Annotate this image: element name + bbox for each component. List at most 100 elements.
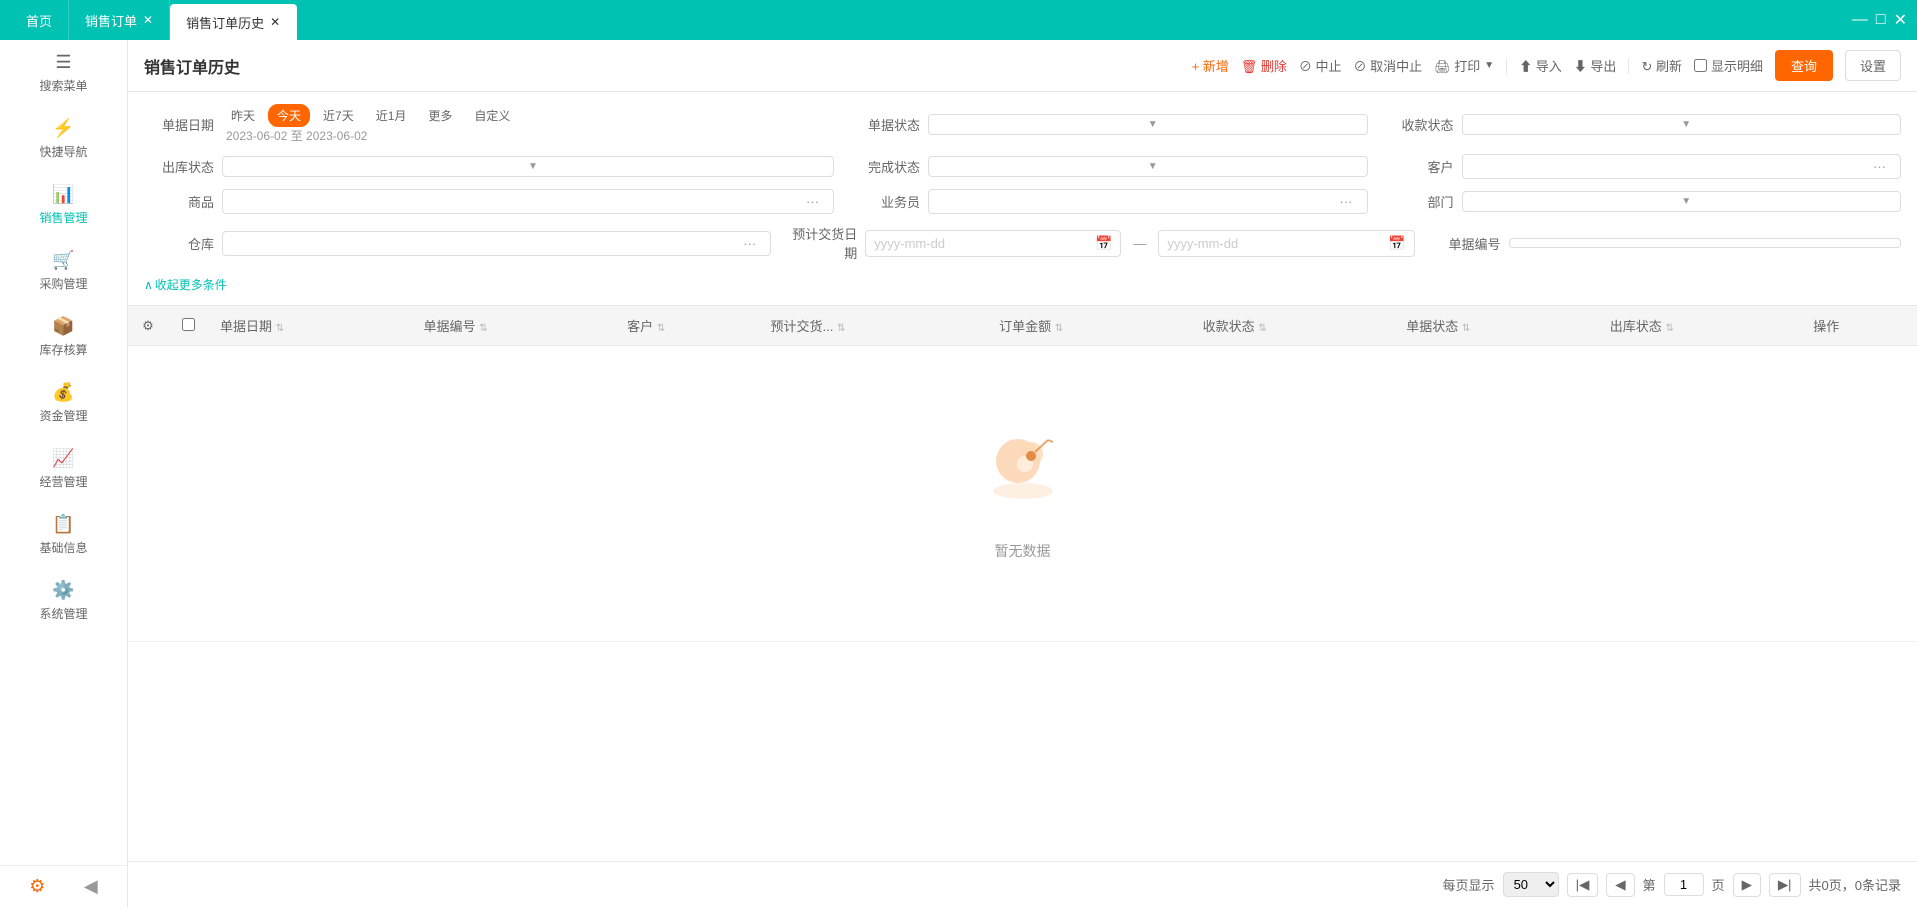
first-page-button[interactable]: |◀ [1567,873,1599,897]
toolbar-separator-2 [1628,58,1629,74]
department-arrow-icon: ▼ [1681,196,1892,207]
pagination-bar: 每页显示 50 10 20 100 |◀ ◀ 第 页 ▶ ▶| 共0页，0条记录 [128,861,1917,907]
show-detail-checkbox-label[interactable]: 显示明细 [1694,56,1763,75]
sidebar-item-inventory[interactable]: 📦 库存核算 [0,304,127,370]
settings-button[interactable]: 设置 [1845,50,1901,81]
refresh-button[interactable]: ↻ 刷新 [1641,56,1682,75]
th-number[interactable]: 单据编号 ⇅ [412,306,616,346]
filter-cell-delivery-date: 预计交货日期 yyyy-mm-dd 📅 — yyyy-mm-dd 📅 [787,224,1414,262]
date-btn-more[interactable]: 更多 [419,104,461,127]
sidebar-item-basic-info[interactable]: 📋 基础信息 [0,502,127,568]
delivery-date-start-input[interactable]: yyyy-mm-dd 📅 [865,230,1121,257]
import-button[interactable]: ⬆ 导入 [1519,56,1562,75]
close-sales-order-tab[interactable]: ✕ [143,13,153,27]
th-delivery-status[interactable]: 出库状态 ⇅ [1598,306,1802,346]
date-btn-today[interactable]: 今天 [268,104,310,127]
sidebar-item-quick-nav[interactable]: ⚡ 快捷导航 [0,106,127,172]
filter-cell-bill-number: 单据编号 [1431,234,1901,253]
sales-mgmt-icon: 📊 [52,184,74,205]
cancel-stop-button[interactable]: ⊘ 取消中止 [1354,56,1423,75]
collection-status-select[interactable]: ▼ [1462,114,1902,135]
table-header: ⚙ 单据日期 ⇅ 单据编号 ⇅ [128,306,1917,346]
warehouse-dots-icon[interactable]: ··· [737,236,762,251]
sidebar-item-finance[interactable]: 💰 资金管理 [0,370,127,436]
th-bill-status[interactable]: 单据状态 ⇅ [1394,306,1598,346]
stop-button[interactable]: ⊘ 中止 [1299,56,1342,75]
query-button[interactable]: 查询 [1775,50,1833,81]
salesman-input[interactable]: ··· [928,189,1368,214]
filter-cell-collection-status: 收款状态 ▼ [1384,114,1902,135]
show-detail-checkbox[interactable] [1694,59,1707,72]
th-delivery-date-label: 预计交货... [771,319,834,334]
complete-status-select[interactable]: ▼ [928,156,1368,177]
bill-status-arrow-icon: ▼ [1148,119,1359,130]
customer-input[interactable]: ··· [1462,154,1902,179]
sidebar-collapse-icon[interactable]: ◀ [84,876,98,897]
tab-home[interactable]: 首页 [10,0,69,40]
last-page-button[interactable]: ▶| [1769,873,1801,897]
th-amount-label: 订单金额 [999,319,1051,334]
th-checkbox[interactable] [168,306,208,346]
tab-sales-order[interactable]: 销售订单 ✕ [69,0,170,40]
filter-cell-salesman: 业务员 ··· [850,189,1368,214]
th-settings[interactable]: ⚙ [128,306,168,346]
salesman-dots-icon[interactable]: ··· [1334,194,1359,209]
date-btn-7days[interactable]: 近7天 [314,104,363,127]
th-delivery-date[interactable]: 预计交货... ⇅ [759,306,988,346]
collapse-button[interactable]: ∧ 收起更多条件 [144,276,1901,293]
th-collection-status[interactable]: 收款状态 ⇅ [1191,306,1395,346]
tab-sales-history[interactable]: 销售订单历史 ✕ [170,4,297,40]
delete-button[interactable]: 🗑 删除 [1241,56,1287,75]
inventory-icon: 📦 [52,316,74,337]
bill-status-label: 单据状态 [850,115,920,134]
goods-input[interactable]: ··· [222,189,834,214]
sidebar-item-purchase-mgmt[interactable]: 🛒 采购管理 [0,238,127,304]
sidebar-item-operations[interactable]: 📈 经营管理 [0,436,127,502]
th-customer[interactable]: 客户 ⇅ [615,306,758,346]
sidebar-item-sales-mgmt[interactable]: 📊 销售管理 [0,172,127,238]
next-page-button[interactable]: ▶ [1733,873,1761,897]
sidebar-item-label: 基础信息 [39,539,87,556]
sort-customer-icon: ⇅ [657,323,665,334]
page-size-select[interactable]: 50 10 20 100 [1503,872,1559,897]
delivery-status-select[interactable]: ▼ [222,156,834,177]
th-amount[interactable]: 订单金额 ⇅ [987,306,1191,346]
warehouse-input[interactable]: ··· [222,231,771,256]
collapse-arrow-icon: ∧ [144,278,153,292]
toolbar: + 新增 🗑 删除 ⊘ 中止 ⊘ 取消中止 🖨 打印 ▼ ⬆ 导入 ⬇ 导出 ↻… [1192,50,1901,81]
goods-dots-icon[interactable]: ··· [800,194,825,209]
finance-icon: 💰 [52,382,74,403]
date-btn-yesterday[interactable]: 昨天 [222,104,264,127]
sidebar-item-system[interactable]: ⚙️ 系统管理 [0,568,127,634]
prev-page-button[interactable]: ◀ [1606,873,1634,897]
goods-label: 商品 [144,192,214,211]
show-detail-label: 显示明细 [1711,56,1763,75]
empty-icon [973,426,1073,525]
close-sales-history-tab[interactable]: ✕ [270,15,280,29]
bill-status-select[interactable]: ▼ [928,114,1368,135]
new-button[interactable]: + 新增 [1192,56,1229,75]
select-all-checkbox[interactable] [182,318,195,331]
department-select[interactable]: ▼ [1462,191,1902,212]
print-button[interactable]: 🖨 打印 ▼ [1434,56,1494,75]
page-title: 销售订单历史 [144,54,240,78]
bill-number-input[interactable] [1509,238,1901,248]
page-number-input[interactable] [1664,873,1704,896]
complete-status-arrow-icon: ▼ [1148,161,1359,172]
minimize-icon[interactable]: — [1852,11,1868,29]
export-button[interactable]: ⬇ 导出 [1574,56,1617,75]
maximize-icon[interactable]: □ [1876,11,1886,29]
customer-dots-icon[interactable]: ··· [1867,159,1892,174]
th-date[interactable]: 单据日期 ⇅ [208,306,412,346]
delivery-date-end-input[interactable]: yyyy-mm-dd 📅 [1158,230,1414,257]
settings-gear-icon[interactable]: ⚙ [142,318,154,333]
close-app-icon[interactable]: ✕ [1894,10,1907,30]
sidebar-settings-icon[interactable]: ⚙ [29,876,45,897]
sidebar-item-search-menu[interactable]: ☰ 搜索菜单 [0,40,127,106]
print-label: 🖨 打印 [1434,56,1480,75]
date-btn-custom[interactable]: 自定义 [465,104,519,127]
operations-icon: 📈 [52,448,74,469]
sidebar-item-label: 经营管理 [39,473,87,490]
date-btn-1month[interactable]: 近1月 [367,104,416,127]
quick-nav-icon: ⚡ [52,118,74,139]
